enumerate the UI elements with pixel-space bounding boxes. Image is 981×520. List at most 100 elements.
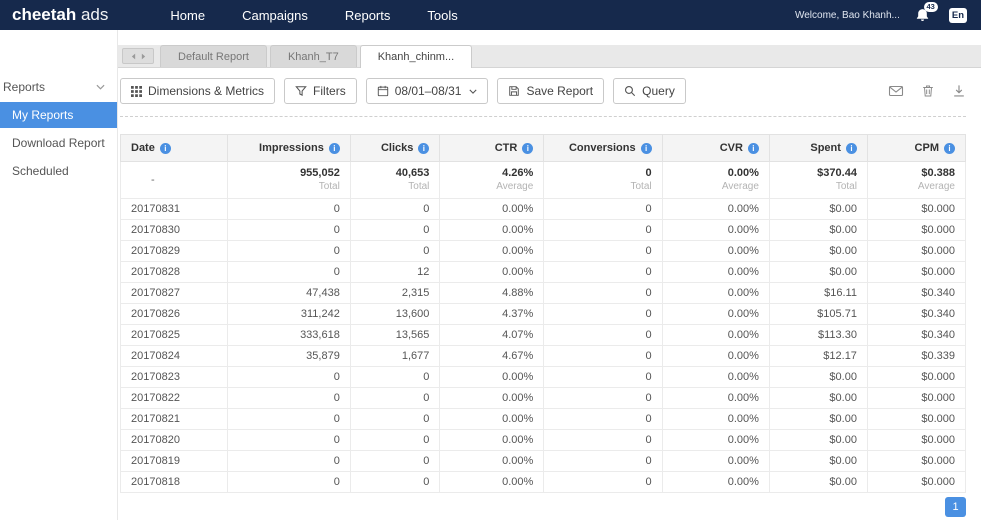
query-label: Query [642,84,675,98]
save-report-button[interactable]: Save Report [497,78,605,104]
sidebar: Reports My Reports Download Report Sched… [0,30,118,520]
info-icon[interactable]: i [944,142,955,154]
value-cell: $0.00 [768,198,868,221]
value-cell: $0.00 [768,387,868,410]
value-cell: 0.00% [661,471,770,494]
download-icon[interactable] [952,84,966,98]
language-button[interactable]: En [948,7,967,23]
value-cell: 0 [349,240,441,263]
summary-cell: 4.26% Average [439,161,545,200]
nav-item-reports[interactable]: Reports [345,8,391,23]
value-cell: $12.17 [768,345,868,368]
mail-icon[interactable] [888,83,904,99]
sidebar-group-reports[interactable]: Reports [0,74,117,102]
tab-default-report[interactable]: Default Report [160,45,267,67]
value-cell: 0 [349,387,441,410]
summary-cell: $0.388 Average [866,161,967,200]
trash-icon[interactable] [921,84,935,98]
table-header-row: Date i Impressions i Clicks i CTR i Conversions i… [119,133,967,163]
summary-row: -955,052 Total 40,653 Total 4.26% Average 0 Tot… [119,161,967,200]
summary-value: 0.00% [727,167,759,180]
value-cell: 0.00% [661,324,770,347]
value-cell: 13,600 [349,303,441,326]
value-cell: $0.000 [866,198,967,221]
value-cell: 0 [543,261,663,284]
column-header-spent[interactable]: Spent i [768,133,868,163]
value-cell: 4.07% [439,324,545,347]
column-label: Clicks [380,142,414,155]
summary-cell: 0.00% Average [661,161,770,200]
sidebar-item-my-reports[interactable]: My Reports [0,102,117,128]
date-cell: 20170828 [119,261,229,284]
tab-next-icon[interactable] [141,53,146,60]
value-cell: $0.000 [866,219,967,242]
grid-icon [131,85,142,97]
value-cell: $0.000 [866,408,967,431]
sidebar-item-scheduled[interactable]: Scheduled [0,158,117,184]
app-logo[interactable]: cheetah ads [12,5,108,25]
value-cell: 0 [227,471,351,494]
column-header-impressions[interactable]: Impressions i [227,133,351,163]
column-header-cvr[interactable]: CVR i [661,133,770,163]
nav-item-tools[interactable]: Tools [427,8,457,23]
tab-scroll-arrows[interactable] [122,48,154,64]
filters-button[interactable]: Filters [284,78,357,104]
toolbar-action-icons [888,83,966,99]
value-cell: 0 [543,366,663,389]
dimensions-metrics-button[interactable]: Dimensions & Metrics [120,78,276,104]
info-icon[interactable]: i [159,142,171,154]
info-icon[interactable]: i [522,142,534,154]
column-label: Spent [810,142,841,155]
value-cell: 0.00% [661,303,770,326]
date-cell: 20170819 [119,450,229,473]
value-cell: 311,242 [227,303,351,326]
value-cell: $0.000 [866,429,967,452]
value-cell: 0 [543,324,663,347]
info-icon[interactable]: i [747,142,759,154]
value-cell: 12 [349,261,441,284]
value-cell: 0 [349,408,441,431]
value-cell: $0.00 [768,429,868,452]
info-icon[interactable]: i [640,142,652,154]
page-1-button[interactable]: 1 [945,497,966,517]
value-cell: 0 [227,198,351,221]
welcome-user-link[interactable]: Welcome, Bao Khanh... [795,10,900,21]
date-cell: 20170818 [119,471,229,494]
summary-value: $0.388 [921,167,955,180]
date-cell: 20170822 [119,387,229,410]
nav-item-home[interactable]: Home [170,8,205,23]
value-cell: $0.00 [768,408,868,431]
value-cell: 0 [543,471,663,494]
column-header-cpm[interactable]: CPM i [866,133,967,163]
navbar-menu: Home Campaigns Reports Tools [170,8,457,23]
date-cell: 20170829 [119,240,229,263]
value-cell: $0.000 [866,450,967,473]
navbar-right: Welcome, Bao Khanh... 43 En [795,1,967,23]
info-icon[interactable]: i [418,142,430,154]
tab-khanh-chinm[interactable]: Khanh_chinm... [359,45,473,68]
table-row: 20170831 0 0 0.00% 0 0.00% $0.00 $0.000 [119,198,967,221]
column-header-clicks[interactable]: Clicks i [349,133,441,163]
table-row: 20170818 0 0 0.00% 0 0.00% $0.00 $0.000 [119,471,967,494]
date-range-button[interactable]: 08/01–08/31 [365,78,489,104]
tab-khanh-t7[interactable]: Khanh_T7 [269,45,357,67]
nav-item-campaigns[interactable]: Campaigns [242,8,308,23]
column-header-ctr[interactable]: CTR i [439,133,545,163]
sidebar-item-download-report[interactable]: Download Report [0,130,117,156]
date-cell: 20170820 [119,429,229,452]
column-header-conversions[interactable]: Conversions i [543,133,663,163]
value-cell: 13,565 [349,324,441,347]
summary-sub-label: Average [721,181,759,193]
notifications-button[interactable]: 43 [915,1,938,23]
tab-prev-icon[interactable] [131,53,136,60]
value-cell: $0.00 [768,366,868,389]
value-cell: 0 [227,219,351,242]
info-icon[interactable]: i [328,142,340,154]
logo-text-light: ads [76,5,109,24]
query-button[interactable]: Query [613,78,686,104]
value-cell: 0 [543,345,663,368]
column-header-date[interactable]: Date i [119,133,229,163]
date-cell: 20170831 [119,198,229,221]
value-cell: 0 [227,240,351,263]
info-icon[interactable]: i [845,142,857,154]
